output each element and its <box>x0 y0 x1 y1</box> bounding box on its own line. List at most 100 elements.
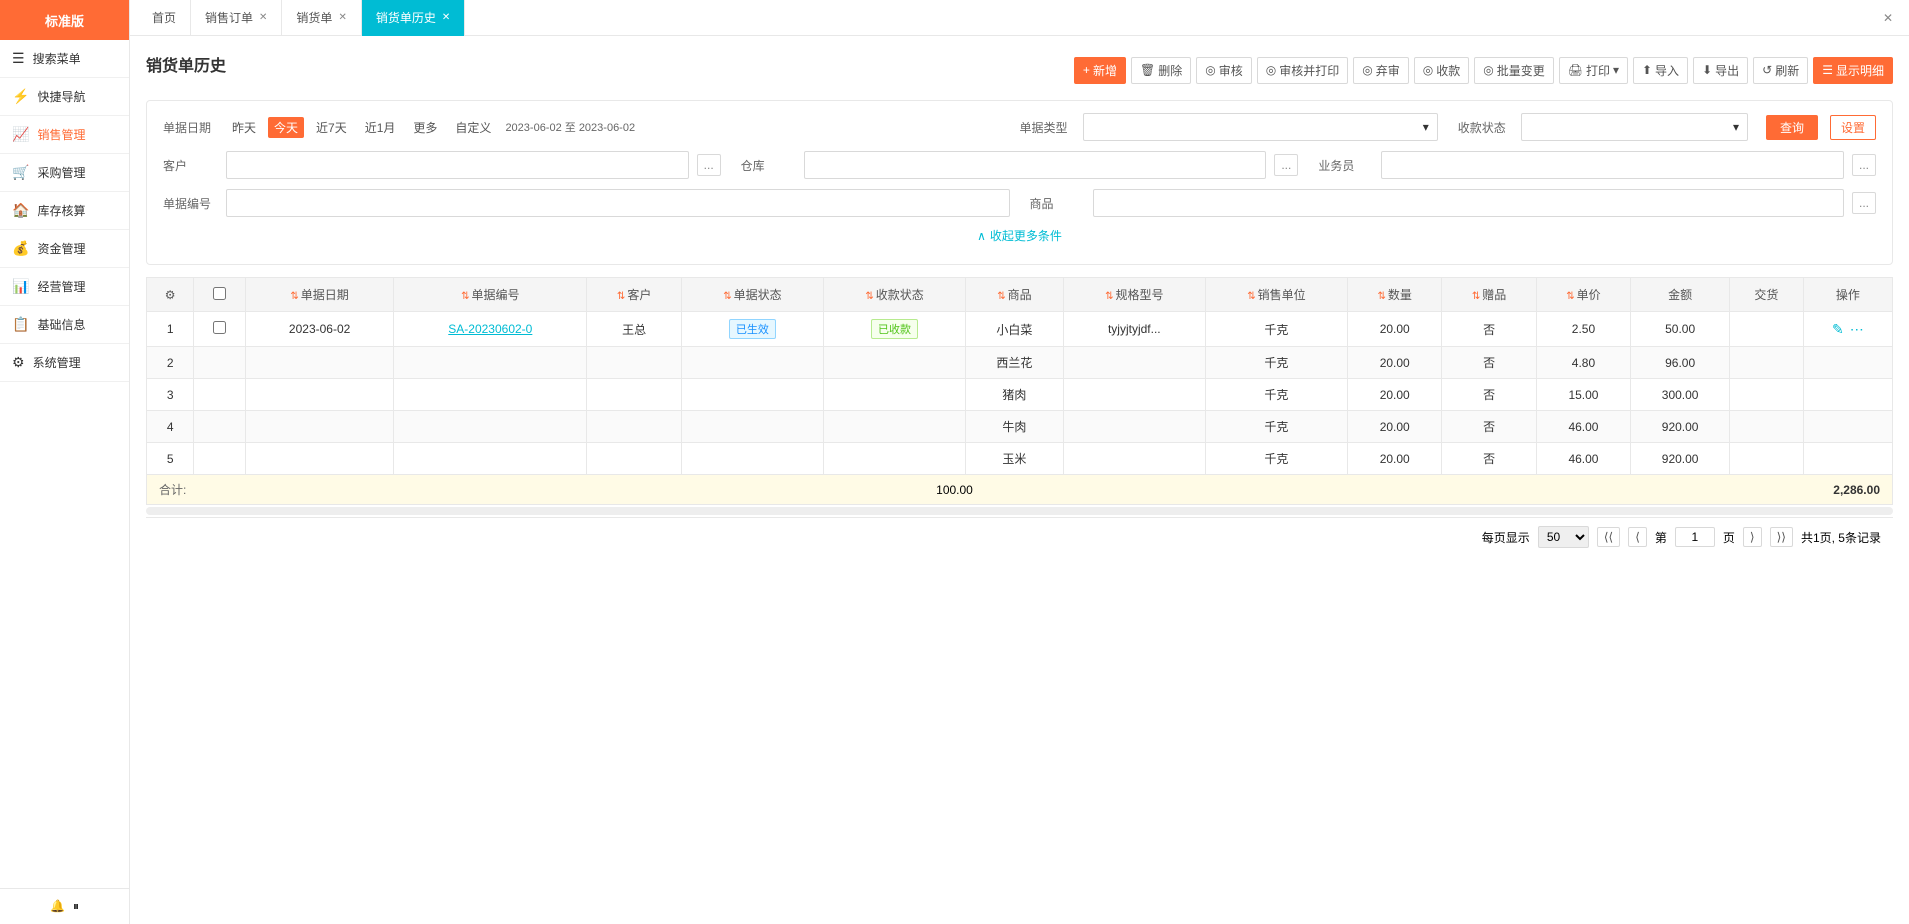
staff-ellipsis-btn[interactable]: ... <box>1852 154 1876 176</box>
tab-sales-history[interactable]: 销货单历史 ✕ <box>362 0 465 36</box>
row-actions <box>1803 347 1892 379</box>
row-checkbox-cell[interactable] <box>194 312 246 347</box>
sidebar-item-finance[interactable]: 💰 资金管理 <box>0 230 129 268</box>
col-doc-status[interactable]: ⇅单据状态 <box>681 278 823 312</box>
page-next-btn[interactable]: ⟩ <box>1743 527 1762 547</box>
refresh-button[interactable]: ↺ 刷新 <box>1753 57 1808 84</box>
row-payment-status <box>823 443 965 475</box>
tab-home[interactable]: 首页 <box>138 0 191 36</box>
staff-input[interactable] <box>1381 151 1844 179</box>
sidebar-item-basic-info[interactable]: 📋 基础信息 <box>0 306 129 344</box>
row-doc-no[interactable] <box>394 411 587 443</box>
date-custom-btn[interactable]: 自定义 <box>449 117 497 138</box>
abandon-button[interactable]: ◎ 弃审 <box>1353 57 1409 84</box>
sidebar-item-inventory[interactable]: 🏠 库存核算 <box>0 192 129 230</box>
row-unit-price: 2.50 <box>1536 312 1630 347</box>
sidebar-logo: 标准版 <box>0 0 129 40</box>
tab-sales-goods[interactable]: 销货单 ✕ <box>282 0 361 36</box>
col-goods[interactable]: ⇅商品 <box>966 278 1064 312</box>
show-detail-button[interactable]: ☰ 显示明细 <box>1813 57 1893 84</box>
audit-print-icon: ◎ <box>1266 63 1276 77</box>
goods-field: 商品 ... <box>1030 189 1877 217</box>
row-doc-no[interactable] <box>394 379 587 411</box>
row-doc-no[interactable] <box>394 347 587 379</box>
sidebar-bottom: 🔔 ⏸ <box>0 888 129 924</box>
add-button[interactable]: + 新增 <box>1074 57 1126 84</box>
page-size-select[interactable]: 50 100 200 <box>1538 526 1589 548</box>
col-unit[interactable]: ⇅销售单位 <box>1205 278 1347 312</box>
col-doc-no[interactable]: ⇅单据编号 <box>394 278 587 312</box>
col-gift[interactable]: ⇅赠品 <box>1442 278 1536 312</box>
row-checkbox-cell[interactable] <box>194 443 246 475</box>
collapse-button[interactable]: ∧ 收起更多条件 <box>163 227 1876 244</box>
scrollbar[interactable] <box>146 507 1893 515</box>
row-gift: 否 <box>1442 443 1536 475</box>
page-last-btn[interactable]: ⟩⟩ <box>1770 527 1793 547</box>
col-spec[interactable]: ⇅规格型号 <box>1063 278 1205 312</box>
goods-input[interactable] <box>1093 189 1844 217</box>
sidebar-item-ops-mgmt[interactable]: 📊 经营管理 <box>0 268 129 306</box>
row-qty: 20.00 <box>1348 443 1442 475</box>
col-doc-date[interactable]: ⇅单据日期 <box>246 278 394 312</box>
row-checkbox-cell[interactable] <box>194 411 246 443</box>
audit-print-button[interactable]: ◎ 审核并打印 <box>1257 57 1349 84</box>
more-icon[interactable]: ⋯ <box>1850 321 1864 338</box>
customer-ellipsis-btn[interactable]: ... <box>697 154 721 176</box>
export-button[interactable]: ⬇ 导出 <box>1693 57 1748 84</box>
sidebar-item-purchase-mgmt[interactable]: 🛒 采购管理 <box>0 154 129 192</box>
collect-button[interactable]: ◎ 收款 <box>1414 57 1470 84</box>
select-all-checkbox[interactable] <box>213 287 226 300</box>
close-all-tabs[interactable]: ✕ <box>1875 11 1901 25</box>
sidebar-item-sys-mgmt[interactable]: ⚙ 系统管理 <box>0 344 129 382</box>
tab-sales-history-close[interactable]: ✕ <box>442 12 450 23</box>
page-prev-btn[interactable]: ⟨ <box>1628 527 1647 547</box>
date-more-btn[interactable]: 更多 <box>407 117 443 138</box>
row-unit: 千克 <box>1205 443 1347 475</box>
col-customer[interactable]: ⇅客户 <box>587 278 681 312</box>
sidebar-item-quick-nav[interactable]: ⚡ 快捷导航 <box>0 78 129 116</box>
row-checkbox[interactable] <box>213 321 226 334</box>
col-settings[interactable]: ⚙ <box>147 278 194 312</box>
sidebar-item-sales-mgmt[interactable]: 📈 销售管理 <box>0 116 129 154</box>
row-checkbox-cell[interactable] <box>194 379 246 411</box>
tab-sales-goods-close[interactable]: ✕ <box>338 12 346 23</box>
row-qty: 20.00 <box>1348 347 1442 379</box>
date-7days-btn[interactable]: 近7天 <box>310 117 353 138</box>
tab-sales-order[interactable]: 销售订单 ✕ <box>191 0 282 36</box>
date-1month-btn[interactable]: 近1月 <box>359 117 402 138</box>
row-doc-status <box>681 411 823 443</box>
toolbar: + 新增 🗑 删除 ◎ 审核 ◎ 审核并打印 ◎ 弃审 <box>1074 57 1893 84</box>
notification-icon[interactable]: 🔔 <box>50 899 65 914</box>
date-today-btn[interactable]: 今天 <box>268 117 304 138</box>
batch-change-button[interactable]: ◎ 批量变更 <box>1474 57 1554 84</box>
delete-button[interactable]: 🗑 删除 <box>1131 57 1191 84</box>
warehouse-input[interactable] <box>804 151 1267 179</box>
doc-no-link[interactable]: SA-20230602-0 <box>448 322 532 336</box>
pause-icon[interactable]: ⏸ <box>73 899 79 914</box>
col-qty[interactable]: ⇅数量 <box>1348 278 1442 312</box>
col-payment-status[interactable]: ⇅收款状态 <box>823 278 965 312</box>
tab-sales-order-close[interactable]: ✕ <box>259 12 267 23</box>
warehouse-ellipsis-btn[interactable]: ... <box>1274 154 1298 176</box>
edit-icon[interactable]: ✎ <box>1832 321 1844 338</box>
print-button[interactable]: 🖨 打印 ▾ <box>1559 57 1628 84</box>
audit-button[interactable]: ◎ 审核 <box>1196 57 1252 84</box>
payment-status-select[interactable]: ▾ <box>1521 113 1748 141</box>
doc-no-input[interactable] <box>226 189 1010 217</box>
query-button[interactable]: 查询 <box>1766 115 1818 140</box>
page-input[interactable] <box>1675 527 1715 547</box>
col-unit-price[interactable]: ⇅单价 <box>1536 278 1630 312</box>
row-checkbox-cell[interactable] <box>194 347 246 379</box>
col-checkbox[interactable] <box>194 278 246 312</box>
row-doc-no[interactable] <box>394 443 587 475</box>
settings-button[interactable]: 设置 <box>1830 115 1876 140</box>
sidebar-item-search-menu[interactable]: ☰ 搜索菜单 <box>0 40 129 78</box>
goods-ellipsis-btn[interactable]: ... <box>1852 192 1876 214</box>
customer-input[interactable] <box>226 151 689 179</box>
doc-type-select[interactable]: ▾ <box>1083 113 1438 141</box>
page-first-btn[interactable]: ⟨⟨ <box>1597 527 1620 547</box>
row-doc-no[interactable]: SA-20230602-0 <box>394 312 587 347</box>
warehouse-label: 仓库 <box>741 157 796 174</box>
date-yesterday-btn[interactable]: 昨天 <box>226 117 262 138</box>
import-button[interactable]: ⬆ 导入 <box>1633 57 1688 84</box>
